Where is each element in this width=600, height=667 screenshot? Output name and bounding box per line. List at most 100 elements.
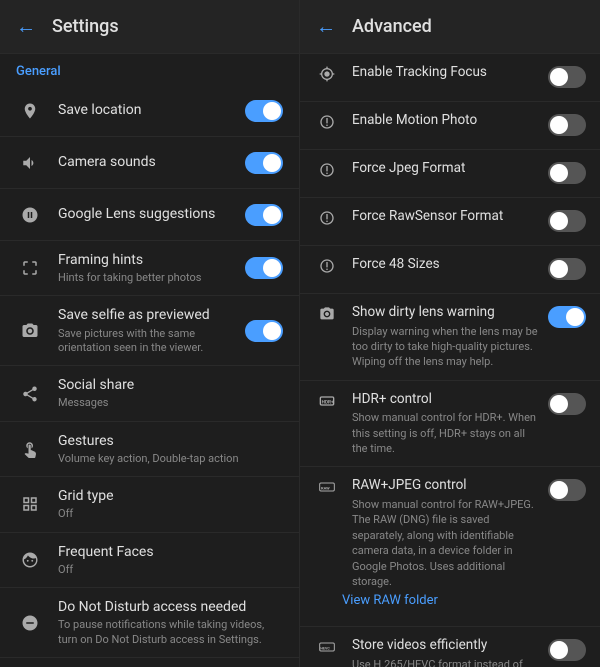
hdr-control-subtitle: Show manual control for HDR+. When this … bbox=[352, 410, 540, 456]
right-store-videos[interactable]: HEVC Store videos efficiently Use H.265/… bbox=[300, 627, 600, 667]
left-title: Settings bbox=[52, 16, 119, 37]
right-raw-jpeg[interactable]: RAW RAW+JPEG control Show manual control… bbox=[300, 467, 600, 627]
raw-jpeg-text: RAW+JPEG control Show manual control for… bbox=[352, 477, 540, 589]
setting-social-share[interactable]: Social share Messages bbox=[0, 366, 299, 421]
general-section-label: General bbox=[0, 54, 299, 85]
save-location-toggle[interactable] bbox=[245, 100, 283, 122]
location-icon bbox=[16, 102, 44, 120]
right-force-rawsensor[interactable]: Force RawSensor Format bbox=[300, 198, 600, 246]
framing-hints-text: Framing hints Hints for taking better ph… bbox=[58, 251, 237, 285]
dirty-lens-text: Show dirty lens warning Display warning … bbox=[352, 304, 540, 370]
setting-framing-hints[interactable]: Framing hints Hints for taking better ph… bbox=[0, 241, 299, 296]
right-tracking-focus[interactable]: Enable Tracking Focus bbox=[300, 54, 600, 102]
hdr-control-text: HDR+ control Show manual control for HDR… bbox=[352, 391, 540, 457]
store-videos-text: Store videos efficiently Use H.265/HEVC … bbox=[352, 637, 540, 667]
save-selfie-toggle[interactable] bbox=[245, 320, 283, 342]
hdrplus-icon: HDR+ bbox=[314, 391, 340, 409]
force-jpeg-icon bbox=[314, 160, 340, 178]
google-lens-toggle[interactable] bbox=[245, 204, 283, 226]
raw-icon: RAW bbox=[314, 477, 340, 495]
dnd-icon bbox=[16, 614, 44, 632]
frequent-faces-title: Frequent Faces bbox=[58, 543, 283, 561]
force-jpeg-text: Force Jpeg Format bbox=[352, 160, 540, 178]
hdr-control-title: HDR+ control bbox=[352, 391, 540, 409]
right-hdr-control[interactable]: HDR+ HDR+ control Show manual control fo… bbox=[300, 381, 600, 468]
store-videos-subtitle: Use H.265/HEVC format instead of H.264/A… bbox=[352, 657, 540, 667]
share-icon bbox=[16, 385, 44, 403]
grid-icon bbox=[16, 495, 44, 513]
gesture-icon bbox=[16, 440, 44, 458]
svg-text:RAW: RAW bbox=[321, 486, 330, 491]
dirty-lens-subtitle: Display warning when the lens may be too… bbox=[352, 324, 540, 370]
right-panel: ← Advanced Enable Tracking Focus Enable … bbox=[300, 0, 600, 667]
right-header: ← Advanced bbox=[300, 0, 600, 54]
dnd-text: Do Not Disturb access needed To pause no… bbox=[58, 598, 283, 647]
left-header: ← Settings bbox=[0, 0, 299, 54]
save-selfie-text: Save selfie as previewed Save pictures w… bbox=[58, 306, 237, 355]
dirty-lens-toggle[interactable] bbox=[548, 304, 586, 328]
camera-sounds-title: Camera sounds bbox=[58, 153, 237, 171]
raw-jpeg-subtitle: Show manual control for RAW+JPEG. The RA… bbox=[352, 497, 540, 589]
right-back-button[interactable]: ← bbox=[316, 14, 336, 39]
tracking-focus-text: Enable Tracking Focus bbox=[352, 64, 540, 82]
motion-photo-toggle[interactable] bbox=[548, 112, 586, 136]
grid-type-subtitle: Off bbox=[58, 507, 283, 521]
gestures-text: Gestures Volume key action, Double-tap a… bbox=[58, 432, 283, 466]
setting-frequent-faces[interactable]: Frequent Faces Off bbox=[0, 533, 299, 588]
setting-save-selfie[interactable]: Save selfie as previewed Save pictures w… bbox=[0, 296, 299, 366]
camera-sounds-text: Camera sounds bbox=[58, 153, 237, 171]
dirty-lens-title: Show dirty lens warning bbox=[352, 304, 540, 322]
svg-text:HDR+: HDR+ bbox=[322, 399, 334, 405]
store-videos-toggle[interactable] bbox=[548, 637, 586, 661]
tracking-focus-toggle[interactable] bbox=[548, 64, 586, 88]
right-dirty-lens[interactable]: Show dirty lens warning Display warning … bbox=[300, 294, 600, 381]
right-title: Advanced bbox=[352, 16, 432, 37]
save-location-title: Save location bbox=[58, 101, 237, 119]
right-force-jpeg[interactable]: Force Jpeg Format bbox=[300, 150, 600, 198]
social-share-subtitle: Messages bbox=[58, 396, 283, 410]
social-share-title: Social share bbox=[58, 376, 283, 394]
framing-hints-subtitle: Hints for taking better photos bbox=[58, 271, 237, 285]
hdr-control-toggle[interactable] bbox=[548, 391, 586, 415]
setting-google-lens[interactable]: Google Lens suggestions bbox=[0, 189, 299, 241]
force-rawsensor-title: Force RawSensor Format bbox=[352, 208, 540, 226]
force-jpeg-toggle[interactable] bbox=[548, 160, 586, 184]
social-share-text: Social share Messages bbox=[58, 376, 283, 410]
tracking-icon bbox=[314, 64, 340, 82]
google-lens-title: Google Lens suggestions bbox=[58, 205, 237, 223]
right-force-48[interactable]: Force 48 Sizes bbox=[300, 246, 600, 294]
force-48-toggle[interactable] bbox=[548, 256, 586, 280]
force-jpeg-title: Force Jpeg Format bbox=[352, 160, 540, 178]
motion-photo-title: Enable Motion Photo bbox=[352, 112, 540, 130]
camera-sounds-toggle[interactable] bbox=[245, 152, 283, 174]
force-48-text: Force 48 Sizes bbox=[352, 256, 540, 274]
grid-type-text: Grid type Off bbox=[58, 487, 283, 521]
dnd-subtitle: To pause notifications while taking vide… bbox=[58, 618, 283, 647]
left-back-button[interactable]: ← bbox=[16, 14, 36, 39]
setting-advanced[interactable]: Advanced bbox=[0, 658, 299, 667]
hevc-icon: HEVC bbox=[314, 637, 340, 655]
view-raw-folder-link[interactable]: View RAW folder bbox=[342, 589, 438, 616]
frame-icon bbox=[16, 259, 44, 277]
motion-photo-text: Enable Motion Photo bbox=[352, 112, 540, 130]
gestures-title: Gestures bbox=[58, 432, 283, 450]
setting-save-location[interactable]: Save location bbox=[0, 85, 299, 137]
sound-icon bbox=[16, 154, 44, 172]
force-rawsensor-toggle[interactable] bbox=[548, 208, 586, 232]
dirty-lens-icon bbox=[314, 304, 340, 322]
frequent-faces-subtitle: Off bbox=[58, 563, 283, 577]
setting-grid-type[interactable]: Grid type Off bbox=[0, 477, 299, 532]
tracking-focus-title: Enable Tracking Focus bbox=[352, 64, 540, 82]
right-motion-photo[interactable]: Enable Motion Photo bbox=[300, 102, 600, 150]
setting-dnd[interactable]: Do Not Disturb access needed To pause no… bbox=[0, 588, 299, 658]
setting-gestures[interactable]: Gestures Volume key action, Double-tap a… bbox=[0, 422, 299, 477]
raw-jpeg-title: RAW+JPEG control bbox=[352, 477, 540, 495]
save-selfie-title: Save selfie as previewed bbox=[58, 306, 237, 324]
left-panel: ← Settings General Save location Camera … bbox=[0, 0, 300, 667]
framing-hints-toggle[interactable] bbox=[245, 257, 283, 279]
raw-jpeg-toggle[interactable] bbox=[548, 477, 586, 501]
setting-camera-sounds[interactable]: Camera sounds bbox=[0, 137, 299, 189]
lens-icon bbox=[16, 206, 44, 224]
selfie-icon bbox=[16, 322, 44, 340]
store-videos-title: Store videos efficiently bbox=[352, 637, 540, 655]
